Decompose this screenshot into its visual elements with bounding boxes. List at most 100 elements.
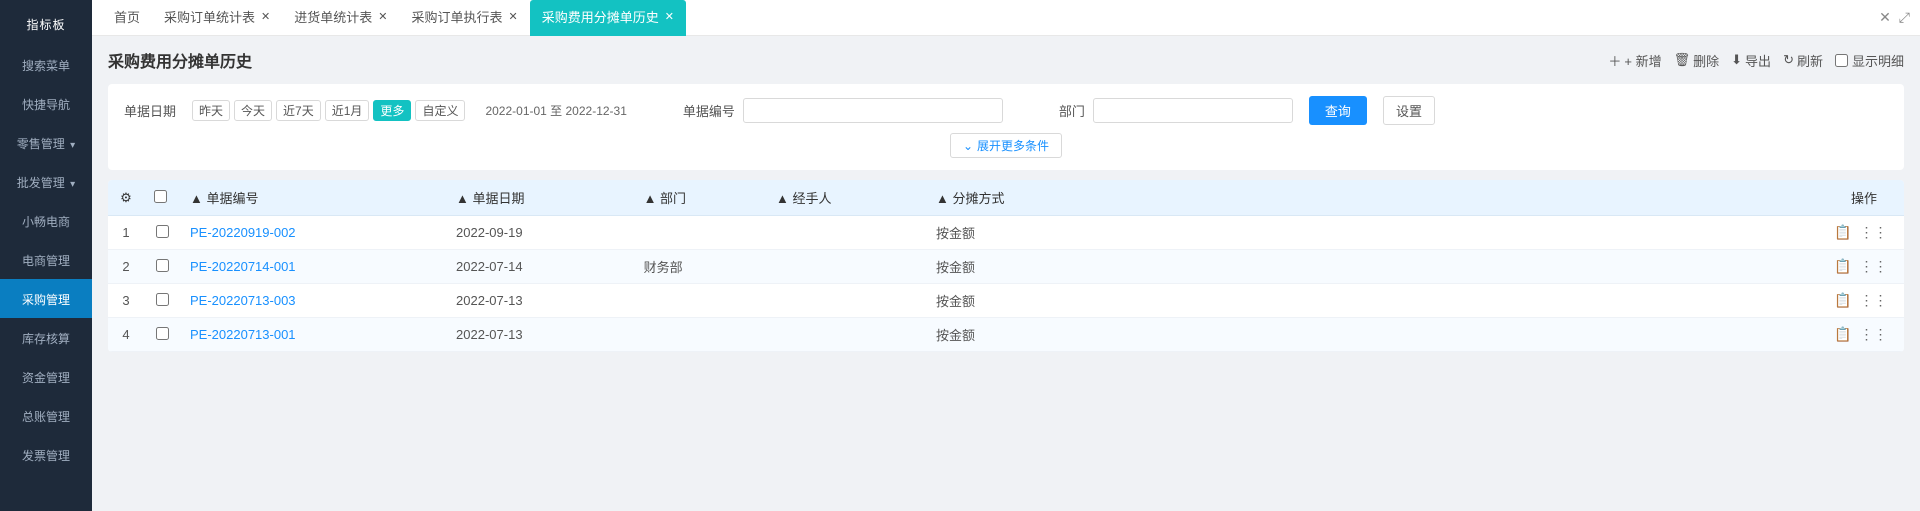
- row-edit-icon[interactable]: 📋: [1834, 224, 1851, 241]
- show-cols-toggle[interactable]: 显示明细: [1835, 51, 1904, 70]
- data-table-container: ⚙ ▲ 单据编号 ▲ 单据日期 ▲ 部门 ▲ 经手人: [108, 180, 1904, 352]
- filter-area: 单据日期 昨天 今天 近7天 近1月 更多 自定义 2022-01-01 至 2…: [108, 84, 1904, 170]
- th-split-method[interactable]: ▲ 分摊方式: [926, 180, 1824, 216]
- row-actions: 📋 ⋮⋮: [1824, 284, 1904, 318]
- th-dept[interactable]: ▲ 部门: [634, 180, 766, 216]
- date-buttons: 昨天 今天 近7天 近1月 更多 自定义: [192, 100, 465, 121]
- doc-no-link[interactable]: PE-20220713-001: [190, 327, 296, 342]
- date-btn-7days[interactable]: 近7天: [276, 100, 321, 121]
- row-checkbox[interactable]: [144, 216, 180, 250]
- expand-conditions-button[interactable]: ⌄ 展开更多条件: [950, 133, 1062, 158]
- doc-no-filter: 单据编号: [683, 98, 1003, 123]
- filter-row-1: 单据日期 昨天 今天 近7天 近1月 更多 自定义 2022-01-01 至 2…: [124, 96, 1888, 125]
- sidebar-item-inventory[interactable]: 库存核算: [0, 318, 92, 357]
- sidebar-item-ledger[interactable]: 总账管理: [0, 396, 92, 435]
- date-filter-label: 单据日期: [124, 101, 176, 120]
- row-doc-date: 2022-07-13: [446, 284, 634, 318]
- row-edit-icon[interactable]: 📋: [1834, 292, 1851, 309]
- th-settings[interactable]: ⚙: [108, 180, 144, 216]
- query-button[interactable]: 查询: [1309, 96, 1367, 125]
- refresh-icon: ↻: [1783, 52, 1794, 68]
- tab-goods-stats[interactable]: 进货单统计表 ✕: [282, 0, 399, 36]
- row-doc-date: 2022-09-19: [446, 216, 634, 250]
- date-btn-today[interactable]: 今天: [234, 100, 272, 121]
- tab-purchase-cost-history[interactable]: 采购费用分摊单历史 ✕: [530, 0, 686, 36]
- table-row: 1 PE-20220919-002 2022-09-19 按金额 📋 ⋮⋮: [108, 216, 1904, 250]
- doc-no-link[interactable]: PE-20220919-002: [190, 225, 296, 240]
- table-row: 4 PE-20220713-001 2022-07-13 按金额 📋 ⋮⋮: [108, 318, 1904, 352]
- tab-close-purchase-order-exec[interactable]: ✕: [509, 10, 518, 23]
- row-doc-no: PE-20220714-001: [180, 250, 446, 284]
- doc-no-link[interactable]: PE-20220713-003: [190, 293, 296, 308]
- sidebar-item-mobile[interactable]: 小畅电商: [0, 201, 92, 240]
- tab-close-purchase-cost-history[interactable]: ✕: [665, 10, 674, 23]
- row-doc-no: PE-20220713-001: [180, 318, 446, 352]
- row-checkbox[interactable]: [144, 318, 180, 352]
- date-btn-yesterday[interactable]: 昨天: [192, 100, 230, 121]
- tab-close-purchase-order-stats[interactable]: ✕: [261, 10, 270, 23]
- th-handler[interactable]: ▲ 经手人: [766, 180, 926, 216]
- row-handler: [766, 250, 926, 284]
- doc-no-link[interactable]: PE-20220714-001: [190, 259, 296, 274]
- main-area: 首页 采购订单统计表 ✕ 进货单统计表 ✕ 采购订单执行表 ✕ 采购费用分摊单历…: [92, 0, 1920, 511]
- show-cols-checkbox[interactable]: [1835, 54, 1848, 67]
- th-action: 操作: [1824, 180, 1904, 216]
- doc-no-input[interactable]: [743, 98, 1003, 123]
- row-checkbox[interactable]: [144, 284, 180, 318]
- row-dept: [634, 318, 766, 352]
- sidebar-item-finance[interactable]: 资金管理: [0, 357, 92, 396]
- row-more-icon[interactable]: ⋮⋮: [1859, 258, 1887, 275]
- refresh-button[interactable]: ↻ 刷新: [1783, 51, 1823, 70]
- sidebar-item-ecommerce[interactable]: 电商管理: [0, 240, 92, 279]
- row-handler: [766, 216, 926, 250]
- row-dept: 财务部: [634, 250, 766, 284]
- tab-close-all-icon[interactable]: ✕: [1879, 9, 1891, 26]
- date-btn-custom[interactable]: 自定义: [415, 100, 465, 121]
- tab-purchase-order-stats[interactable]: 采购订单统计表 ✕: [152, 0, 282, 36]
- th-doc-no[interactable]: ▲ 单据编号: [180, 180, 446, 216]
- row-more-icon[interactable]: ⋮⋮: [1859, 326, 1887, 343]
- sidebar-item-invoice[interactable]: 发票管理: [0, 435, 92, 474]
- sidebar-item-quicknav[interactable]: 快捷导航: [0, 84, 92, 123]
- settings-button[interactable]: 设置: [1383, 96, 1435, 125]
- filter-row-2: ⌄ 展开更多条件: [124, 133, 1888, 158]
- row-index: 4: [108, 318, 144, 352]
- row-index: 3: [108, 284, 144, 318]
- row-actions: 📋 ⋮⋮: [1824, 318, 1904, 352]
- row-edit-icon[interactable]: 📋: [1834, 326, 1851, 343]
- date-range-display: 2022-01-01 至 2022-12-31: [485, 102, 626, 119]
- row-split-method: 按金额: [926, 284, 1824, 318]
- row-actions: 📋 ⋮⋮: [1824, 250, 1904, 284]
- row-split-method: 按金额: [926, 318, 1824, 352]
- th-doc-date[interactable]: ▲ 单据日期: [446, 180, 634, 216]
- export-icon: ⬇: [1731, 52, 1742, 68]
- sidebar-item-purchase[interactable]: 采购管理: [0, 279, 92, 318]
- date-btn-1month[interactable]: 近1月: [325, 100, 370, 121]
- sidebar-item-retail[interactable]: 零售管理 ▾: [0, 123, 92, 162]
- row-more-icon[interactable]: ⋮⋮: [1859, 224, 1887, 241]
- row-checkbox[interactable]: [144, 250, 180, 284]
- export-button[interactable]: ⬇ 导出: [1731, 51, 1771, 70]
- date-btn-more[interactable]: 更多: [373, 100, 411, 121]
- th-checkbox: [144, 180, 180, 216]
- sidebar-item-wholesale[interactable]: 批发管理 ▾: [0, 162, 92, 201]
- row-actions: 📋 ⋮⋮: [1824, 216, 1904, 250]
- row-handler: [766, 318, 926, 352]
- row-edit-icon[interactable]: 📋: [1834, 258, 1851, 275]
- row-doc-no: PE-20220919-002: [180, 216, 446, 250]
- row-split-method: 按金额: [926, 216, 1824, 250]
- tab-purchase-order-exec[interactable]: 采购订单执行表 ✕: [399, 0, 529, 36]
- row-more-icon[interactable]: ⋮⋮: [1859, 292, 1887, 309]
- tab-home[interactable]: 首页: [102, 0, 152, 36]
- page-header: 采购费用分摊单历史 ＋ + 新增 🗑 删除 ⬇ 导出 ↻ 刷新: [108, 48, 1904, 72]
- select-all-checkbox[interactable]: [154, 190, 167, 203]
- delete-button[interactable]: 🗑 删除: [1674, 51, 1720, 70]
- tab-close-goods-stats[interactable]: ✕: [378, 10, 387, 23]
- add-button[interactable]: ＋ + 新增: [1608, 51, 1661, 70]
- page-title: 采购费用分摊单历史: [108, 48, 252, 72]
- tab-fullscreen-icon[interactable]: ⤢: [1899, 9, 1910, 26]
- dept-select[interactable]: 财务部: [1093, 98, 1293, 123]
- tab-bar-right: ✕ ⤢: [1879, 9, 1910, 26]
- table-header: ⚙ ▲ 单据编号 ▲ 单据日期 ▲ 部门 ▲ 经手人: [108, 180, 1904, 216]
- sidebar-item-search[interactable]: 搜索菜单: [0, 45, 92, 84]
